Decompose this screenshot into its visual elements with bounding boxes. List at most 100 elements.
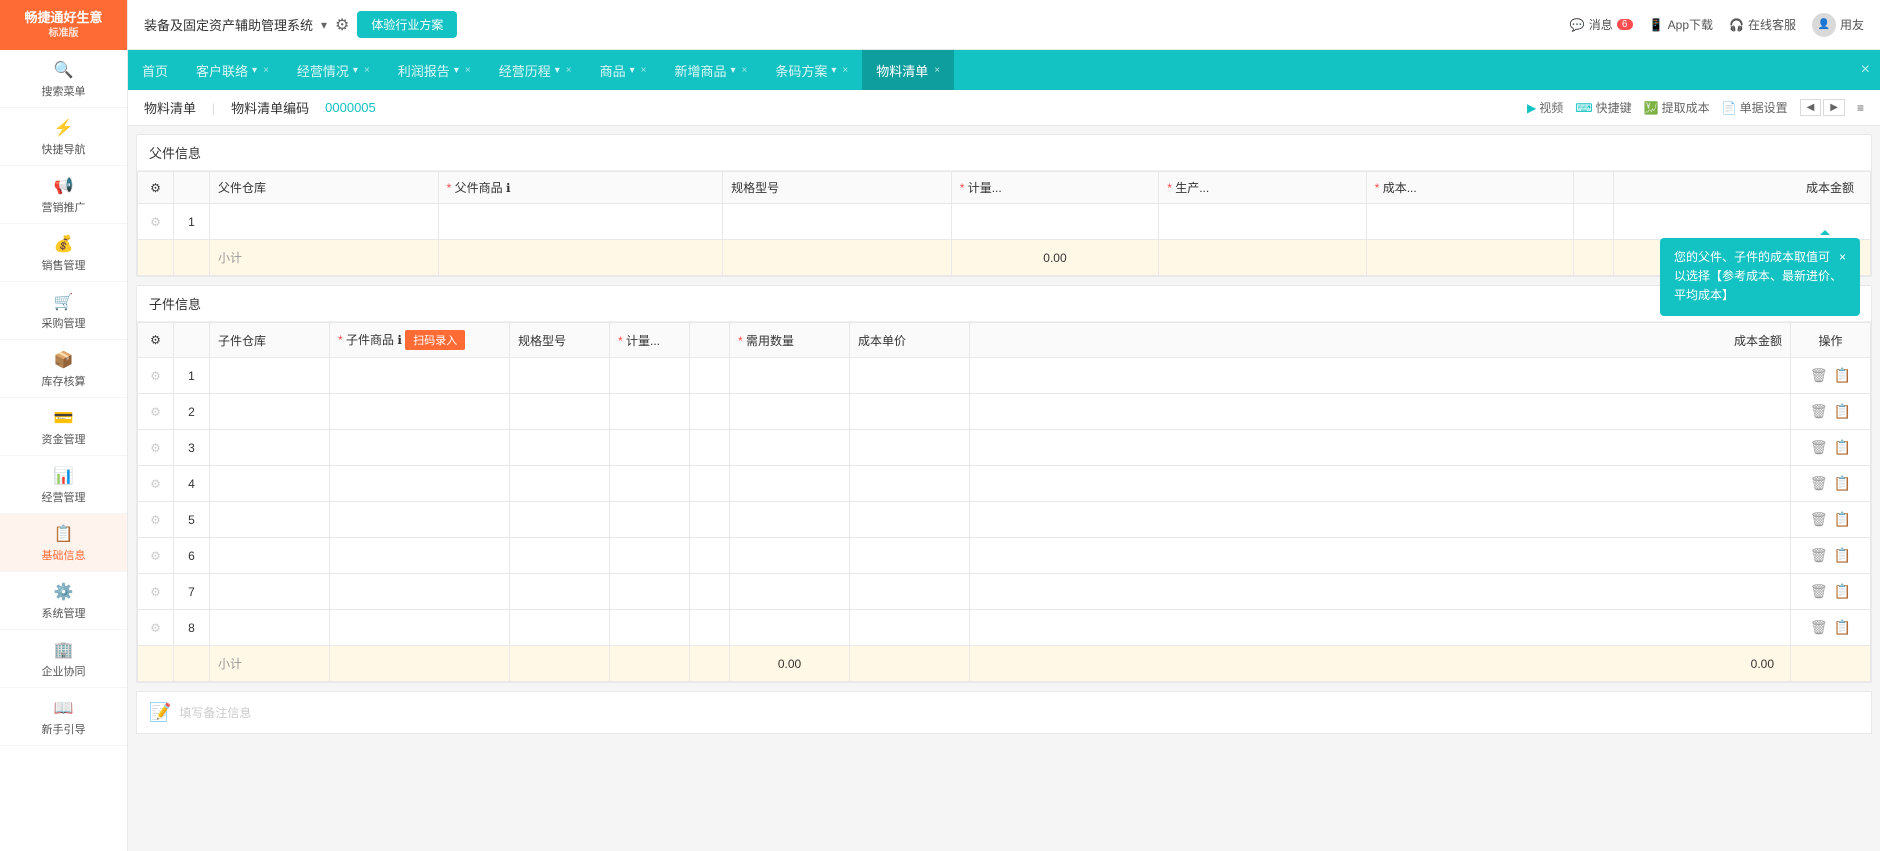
copy-icon[interactable]: 📋	[1834, 403, 1851, 420]
delete-icon[interactable]: 🗑	[1810, 547, 1828, 564]
tab-profit[interactable]: 利润报告 ▾ ×	[384, 50, 485, 90]
child-row-4-unit[interactable]	[610, 466, 690, 502]
child-row-2-unit[interactable]	[610, 394, 690, 430]
copy-icon[interactable]: 📋	[1834, 511, 1851, 528]
message-item[interactable]: 💬 消息 6	[1570, 16, 1633, 33]
child-row-5-spec[interactable]	[510, 502, 610, 538]
dropdown-arrow-icon[interactable]: ▾	[321, 18, 327, 32]
settings-gear-icon[interactable]: ⚙	[335, 15, 349, 35]
sidebar-item-system[interactable]: ⚙️ 系统管理	[0, 572, 127, 630]
child-row-2-quantity[interactable]	[730, 394, 850, 430]
child-row-4-quantity[interactable]	[730, 466, 850, 502]
tab-close-icon[interactable]: ×	[742, 65, 748, 76]
delete-icon[interactable]: 🗑	[1810, 583, 1828, 600]
child-row-6-goods[interactable]	[330, 538, 510, 574]
copy-icon[interactable]: 📋	[1834, 439, 1851, 456]
child-row-1-unit[interactable]	[610, 358, 690, 394]
child-col-gear[interactable]: ⚙	[138, 323, 174, 358]
child-row-4-spec[interactable]	[510, 466, 610, 502]
child-row-6-cost-amount[interactable]	[970, 538, 1791, 574]
delete-icon[interactable]: 🗑	[1810, 511, 1828, 528]
child-row-1-warehouse[interactable]	[210, 358, 330, 394]
copy-icon[interactable]: 📋	[1834, 367, 1851, 384]
sidebar-item-marketing[interactable]: 📢 营销推广	[0, 166, 127, 224]
tab-customers[interactable]: 客户联络 ▾ ×	[182, 50, 283, 90]
sidebar-item-sales[interactable]: 💰 销售管理	[0, 224, 127, 282]
child-row-4-goods[interactable]	[330, 466, 510, 502]
delete-icon[interactable]: 🗑	[1810, 367, 1828, 384]
child-row-3-warehouse[interactable]	[210, 430, 330, 466]
tab-new-goods[interactable]: 新增商品 ▾ ×	[660, 50, 761, 90]
child-row-5-goods[interactable]	[330, 502, 510, 538]
child-row-7-unit[interactable]	[610, 574, 690, 610]
sidebar-item-enterprise[interactable]: 🏢 企业协同	[0, 630, 127, 688]
delete-icon[interactable]: 🗑	[1810, 403, 1828, 420]
child-row-8-unit[interactable]	[610, 610, 690, 646]
tab-barcode[interactable]: 条码方案 ▾ ×	[761, 50, 862, 90]
sidebar-item-quick-nav[interactable]: ⚡ 快捷导航	[0, 108, 127, 166]
tab-close-icon[interactable]: ×	[465, 65, 471, 76]
sidebar-item-purchase[interactable]: 🛒 采购管理	[0, 282, 127, 340]
child-row-1-cost-amount[interactable]	[970, 358, 1791, 394]
child-row-5-quantity[interactable]	[730, 502, 850, 538]
tab-goods[interactable]: 商品 ▾ ×	[586, 50, 661, 90]
child-row-6-spec[interactable]	[510, 538, 610, 574]
view-video-btn[interactable]: ▶ 视频	[1527, 99, 1563, 116]
child-row-8-quantity[interactable]	[730, 610, 850, 646]
child-row-7-goods[interactable]	[330, 574, 510, 610]
sidebar-item-guide[interactable]: 📖 新手引导	[0, 688, 127, 746]
parent-row-1-cost[interactable]	[1366, 204, 1574, 240]
child-row-8-warehouse[interactable]	[210, 610, 330, 646]
sidebar-item-search[interactable]: 🔍 搜索菜单	[0, 50, 127, 108]
sidebar-item-inventory[interactable]: 📦 库存核算	[0, 340, 127, 398]
view-toggle-icon[interactable]: ≡	[1857, 101, 1864, 115]
child-row-3-spec[interactable]	[510, 430, 610, 466]
child-row-5-unit-cost[interactable]	[850, 502, 970, 538]
child-row-6-unit[interactable]	[610, 538, 690, 574]
child-row-3-unit-cost[interactable]	[850, 430, 970, 466]
child-row-2-spec[interactable]	[510, 394, 610, 430]
child-row-7-quantity[interactable]	[730, 574, 850, 610]
child-row-6-quantity[interactable]	[730, 538, 850, 574]
child-row-5-unit[interactable]	[610, 502, 690, 538]
child-row-7-cost-amount[interactable]	[970, 574, 1791, 610]
shortcut-btn[interactable]: ⌨ 快捷键	[1575, 99, 1631, 116]
child-row-8-spec[interactable]	[510, 610, 610, 646]
sidebar-item-finance[interactable]: 💳 资金管理	[0, 398, 127, 456]
sidebar-item-operations[interactable]: 📊 经营管理	[0, 456, 127, 514]
tab-close-icon[interactable]: ×	[364, 65, 370, 76]
child-row-2-cost-amount[interactable]	[970, 394, 1791, 430]
child-row-4-unit-cost[interactable]	[850, 466, 970, 502]
child-row-5-warehouse[interactable]	[210, 502, 330, 538]
parent-row-1-warehouse[interactable]	[210, 204, 439, 240]
tab-close-icon[interactable]: ×	[842, 65, 848, 76]
parent-row-1-cost-amount[interactable]	[1614, 204, 1871, 240]
child-row-4-cost-amount[interactable]	[970, 466, 1791, 502]
child-row-1-spec[interactable]	[510, 358, 610, 394]
tab-close-icon[interactable]: ×	[263, 65, 269, 76]
copy-icon[interactable]: 📋	[1834, 583, 1851, 600]
child-row-8-cost-amount[interactable]	[970, 610, 1791, 646]
tab-history[interactable]: 经营历程 ▾ ×	[485, 50, 586, 90]
tab-close-icon[interactable]: ×	[641, 65, 647, 76]
child-row-2-unit-cost[interactable]	[850, 394, 970, 430]
child-row-2-goods[interactable]	[330, 394, 510, 430]
delete-icon[interactable]: 🗑	[1810, 619, 1828, 636]
child-row-7-unit-cost[interactable]	[850, 574, 970, 610]
tab-close-icon[interactable]: ×	[934, 65, 940, 76]
copy-icon[interactable]: 📋	[1834, 475, 1851, 492]
copy-icon[interactable]: 📋	[1834, 547, 1851, 564]
parent-row-1-spec[interactable]	[723, 204, 952, 240]
child-row-3-unit[interactable]	[610, 430, 690, 466]
tab-bom[interactable]: 物料清单 ×	[862, 50, 954, 90]
child-row-6-warehouse[interactable]	[210, 538, 330, 574]
child-row-8-goods[interactable]	[330, 610, 510, 646]
close-all-tabs-btn[interactable]: ×	[1851, 61, 1880, 79]
next-record-btn[interactable]: ▶	[1823, 99, 1845, 116]
child-row-7-warehouse[interactable]	[210, 574, 330, 610]
child-row-6-unit-cost[interactable]	[850, 538, 970, 574]
prev-record-btn[interactable]: ◀	[1800, 99, 1822, 116]
child-row-8-unit-cost[interactable]	[850, 610, 970, 646]
online-service-item[interactable]: 🎧 在线客服	[1729, 16, 1796, 33]
note-placeholder[interactable]: 填写备注信息	[179, 704, 251, 721]
